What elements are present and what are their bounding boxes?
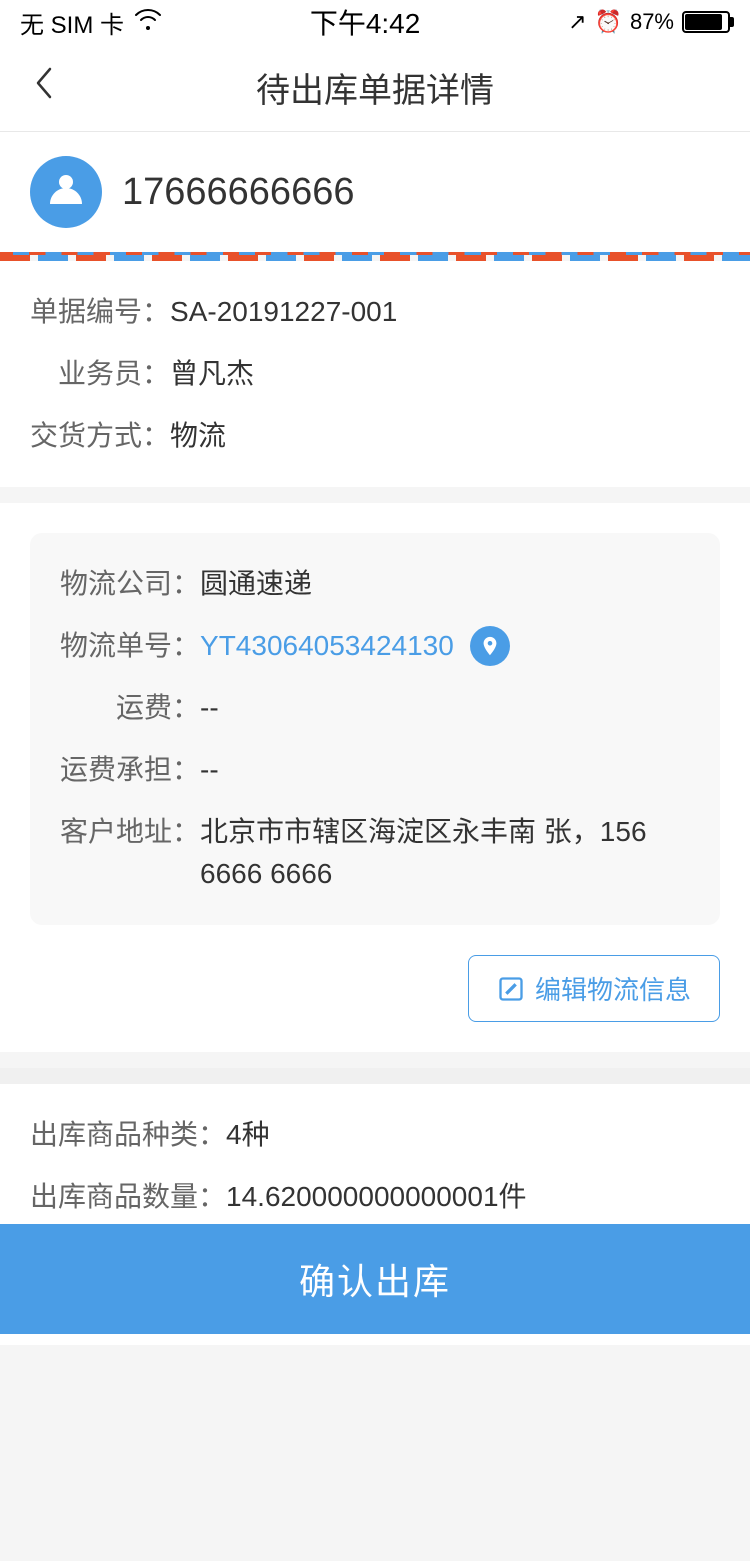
address-value: 北京市市辖区海淀区永丰南 张，156 6666 6666 [200,811,690,895]
page-title: 待出库单据详情 [256,63,494,112]
nav-bar: 待出库单据详情 [0,44,750,132]
salesman-row: 业务员： 曾凡杰 [30,353,720,395]
status-time: 下午4:42 [310,2,421,42]
freight-bearer-label: 运费承担： [60,749,200,791]
document-number-row: 单据编号： SA-20191227-001 [30,291,720,333]
battery-icon [682,11,730,33]
map-location-icon[interactable] [470,626,510,666]
goods-quantity-label: 出库商品数量： [30,1176,226,1218]
battery-percent: 87% [630,9,674,35]
logistics-company-row: 物流公司： 圆通速递 [60,563,690,605]
user-icon [46,168,86,217]
location-status-icon: ↗ [568,9,586,35]
edit-logistics-label: 编辑物流信息 [535,970,691,1007]
address-row: 客户地址： 北京市市辖区海淀区永丰南 张，156 6666 6666 [60,811,690,895]
logistics-company-value: 圆通速递 [200,563,690,605]
confirm-label: 确认出库 [299,1253,451,1305]
edit-logistics-button-container: 编辑物流信息 [30,945,720,1022]
status-left: 无 SIM 卡 [20,5,162,40]
freight-label: 运费： [60,687,200,729]
avatar [30,156,102,228]
document-number-label: 单据编号： [30,291,170,333]
delivery-label: 交货方式： [30,415,170,457]
tracking-value: YT43064053424130 [200,625,690,667]
status-bar: 无 SIM 卡 下午4:42 ↗ ⏰ 87% [0,0,750,44]
freight-value: -- [200,687,690,729]
goods-types-value: 4种 [226,1114,720,1156]
delivery-row: 交货方式： 物流 [30,415,720,457]
address-label: 客户地址： [60,811,200,853]
salesman-label: 业务员： [30,353,170,395]
goods-types-label: 出库商品种类： [30,1114,226,1156]
logistics-company-label: 物流公司： [60,563,200,605]
freight-bearer-row: 运费承担： -- [60,749,690,791]
delivery-value: 物流 [170,415,720,457]
customer-section: 17666666666 [0,132,750,255]
status-right: ↗ ⏰ 87% [568,9,730,35]
customer-phone: 17666666666 [122,171,354,214]
logistics-section: 物流公司： 圆通速递 物流单号： YT43064053424130 运费： --… [0,503,750,1052]
carrier-label: 无 SIM 卡 [20,5,124,40]
goods-quantity-value: 14.620000000000001件 [226,1176,720,1218]
document-info-section: 单据编号： SA-20191227-001 业务员： 曾凡杰 交货方式： 物流 [0,261,750,487]
section-separator [0,1068,750,1084]
tracking-label: 物流单号： [60,625,200,667]
freight-row: 运费： -- [60,687,690,729]
goods-types-row: 出库商品种类： 4种 [30,1114,720,1156]
confirm-button[interactable]: 确认出库 [0,1224,750,1334]
salesman-value: 曾凡杰 [170,353,720,395]
wifi-icon [134,8,162,37]
bottom-spacer [0,1361,750,1561]
edit-logistics-button[interactable]: 编辑物流信息 [468,955,720,1022]
freight-bearer-value: -- [200,749,690,791]
goods-quantity-row: 出库商品数量： 14.620000000000001件 [30,1176,720,1218]
back-button[interactable] [30,61,90,114]
document-number-value: SA-20191227-001 [170,291,720,333]
tracking-row: 物流单号： YT43064053424130 [60,625,690,667]
logistics-card: 物流公司： 圆通速递 物流单号： YT43064053424130 运费： --… [30,533,720,925]
alarm-icon: ⏰ [595,9,622,35]
